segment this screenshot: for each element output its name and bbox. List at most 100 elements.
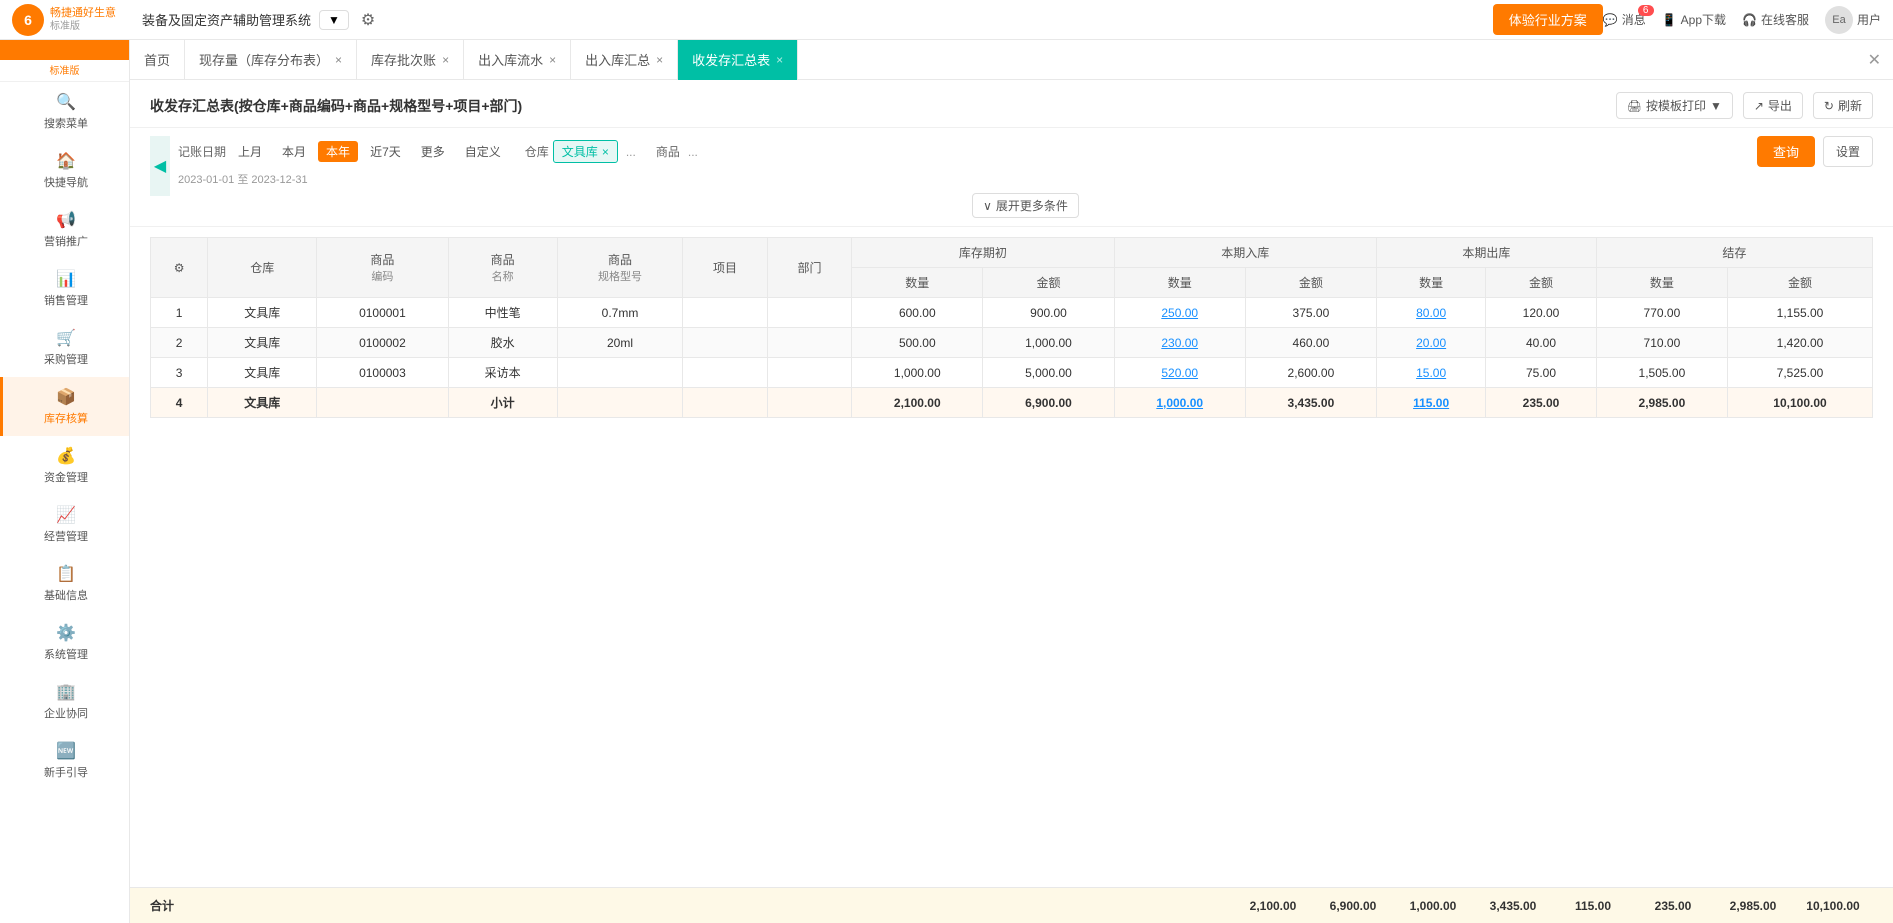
trial-button[interactable]: 体验行业方案: [1493, 4, 1603, 35]
footer-in-amt: 3,435.00: [1473, 899, 1553, 913]
footer-opening-amt: 6,900.00: [1313, 899, 1393, 913]
td-no: 4: [151, 388, 208, 418]
refresh-btn[interactable]: ↻ 刷新: [1813, 92, 1873, 119]
sidebar-item-marketing[interactable]: 📢 营销推广: [0, 200, 129, 259]
th-balance-qty: 数量: [1596, 268, 1727, 298]
system-dropdown[interactable]: ▼: [319, 10, 349, 30]
out-qty-link[interactable]: 20.00: [1416, 336, 1446, 350]
th-out-qty: 数量: [1377, 268, 1486, 298]
td-in-amt: 375.00: [1245, 298, 1376, 328]
td-balance-qty: 2,985.00: [1596, 388, 1727, 418]
th-opening: 库存期初: [852, 238, 1114, 268]
td-out-amt: 75.00: [1486, 358, 1597, 388]
td-opening-qty: 600.00: [852, 298, 983, 328]
td-code: 0100002: [317, 328, 448, 358]
sidebar-tag: 标准版: [0, 60, 129, 82]
export-btn[interactable]: ↗ 导出: [1743, 92, 1803, 119]
tab-bar-close[interactable]: ✕: [1868, 50, 1893, 70]
date-btn-custom[interactable]: 自定义: [457, 141, 509, 162]
in-qty-link[interactable]: 250.00: [1161, 306, 1198, 320]
sidebar-item-enterprise[interactable]: 🏢 企业协同: [0, 672, 129, 731]
date-btn-more[interactable]: 更多: [413, 141, 453, 162]
table-row: 2 文具库 0100002 胶水 20ml 500.00 1,000.00 23…: [151, 328, 1873, 358]
tab-close-receipt-summary[interactable]: ×: [776, 53, 783, 67]
sidebar-item-purchase[interactable]: 🛒 采购管理: [0, 318, 129, 377]
sidebar-item-guide[interactable]: 🆕 新手引导: [0, 731, 129, 790]
sidebar-item-system[interactable]: ⚙️ 系统管理: [0, 613, 129, 672]
tab-batch[interactable]: 库存批次账 ×: [357, 40, 464, 80]
app-logo: 6 畅捷通好生意 标准版: [12, 4, 142, 36]
settings-gear-btn[interactable]: ⚙: [357, 6, 379, 34]
sidebar-item-finance[interactable]: 💰 资金管理: [0, 436, 129, 495]
goods-filter: 商品 ...: [656, 143, 702, 160]
online-service-btn[interactable]: 🎧 在线客服: [1742, 11, 1809, 28]
goods-more-btn[interactable]: ...: [684, 145, 702, 159]
td-opening-amt: 1,000.00: [983, 328, 1114, 358]
tab-inout-flow[interactable]: 出入库流水 ×: [464, 40, 571, 80]
date-btn-last-month[interactable]: 上月: [230, 141, 270, 162]
td-opening-amt: 5,000.00: [983, 358, 1114, 388]
filter-settings-btn[interactable]: 设置: [1823, 136, 1873, 167]
date-btn-this-year[interactable]: 本年: [318, 141, 358, 162]
out-qty-link[interactable]: 80.00: [1416, 306, 1446, 320]
tab-receipt-summary[interactable]: 收发存汇总表 ×: [678, 40, 798, 80]
th-goods-code: 商品编码: [317, 238, 448, 298]
user-area[interactable]: Ea 用户: [1825, 6, 1881, 34]
sidebar-item-sales[interactable]: 📊 销售管理: [0, 259, 129, 318]
sidebar-item-search[interactable]: 🔍 搜索菜单: [0, 82, 129, 141]
td-out-amt: 40.00: [1486, 328, 1597, 358]
footer-label: 合计: [150, 897, 490, 914]
warehouse-filter: 仓库 文具库 × ...: [525, 140, 640, 163]
th-in: 本期入库: [1114, 238, 1376, 268]
in-qty-link[interactable]: 230.00: [1161, 336, 1198, 350]
td-out-qty: 20.00: [1377, 328, 1486, 358]
tab-close-inout-flow[interactable]: ×: [549, 53, 556, 67]
th-settings[interactable]: ⚙: [151, 238, 208, 298]
tab-inout-summary[interactable]: 出入库汇总 ×: [571, 40, 678, 80]
sidebar-item-basic-info[interactable]: 📋 基础信息: [0, 554, 129, 613]
td-name: 胶水: [448, 328, 557, 358]
tab-inventory-dist[interactable]: 现存量（库存分布表） ×: [185, 40, 357, 80]
tab-close-inout-summary[interactable]: ×: [656, 53, 663, 67]
warehouse-label: 仓库: [525, 143, 549, 160]
td-out-amt: 235.00: [1486, 388, 1597, 418]
table-wrapper: ⚙ 仓库 商品编码 商品名称 商品规格型号 项目 部门 库存期初 本期入库 本期…: [130, 227, 1893, 438]
warehouse-tag-close[interactable]: ×: [602, 145, 609, 159]
out-qty-link[interactable]: 115.00: [1413, 396, 1449, 410]
date-range-text: 2023-01-01 至 2023-12-31: [178, 174, 308, 186]
sidebar-logo-area: [0, 40, 129, 60]
chevron-down-icon: ▼: [1710, 99, 1722, 113]
system-name: 装备及固定资产辅助管理系统: [142, 10, 311, 29]
purchase-icon: 🛒: [56, 328, 76, 348]
td-balance-amt: 10,100.00: [1728, 388, 1873, 418]
tab-home[interactable]: 首页: [130, 40, 185, 80]
tab-close-inventory-dist[interactable]: ×: [335, 53, 342, 67]
expand-conditions-btn[interactable]: ∨ 展开更多条件: [972, 193, 1079, 218]
message-btn[interactable]: 💬 消息 6: [1603, 11, 1646, 28]
warehouse-more-btn[interactable]: ...: [622, 145, 640, 159]
td-project: [683, 388, 767, 418]
date-btn-7days[interactable]: 近7天: [362, 141, 409, 162]
sidebar-item-inventory[interactable]: 📦 库存核算: [0, 377, 129, 436]
td-spec: 0.7mm: [557, 298, 683, 328]
out-qty-link[interactable]: 15.00: [1416, 366, 1446, 380]
page-content: 收发存汇总表(按仓库+商品编码+商品+规格型号+项目+部门) 🖨 按模板打印 ▼…: [130, 80, 1893, 887]
tab-close-batch[interactable]: ×: [442, 53, 449, 67]
query-btn[interactable]: 查询: [1757, 136, 1815, 167]
footer-out-amt: 235.00: [1633, 899, 1713, 913]
app-download-btn[interactable]: 📱 App下载: [1662, 11, 1726, 28]
th-in-qty: 数量: [1114, 268, 1245, 298]
filter-arrow-btn[interactable]: ◀: [150, 136, 170, 196]
date-btn-this-month[interactable]: 本月: [274, 141, 314, 162]
sidebar-item-quick-nav[interactable]: 🏠 快捷导航: [0, 141, 129, 200]
tab-bar: 首页 现存量（库存分布表） × 库存批次账 × 出入库流水 × 出入库汇总 ×: [130, 40, 1893, 80]
sidebar-item-operations[interactable]: 📈 经营管理: [0, 495, 129, 554]
th-balance: 结存: [1596, 238, 1872, 268]
print-btn[interactable]: 🖨 按模板打印 ▼: [1616, 92, 1733, 119]
td-department: [767, 298, 851, 328]
message-badge: 6: [1638, 5, 1654, 16]
date-range-row: 2023-01-01 至 2023-12-31: [178, 171, 1873, 187]
td-out-qty: 80.00: [1377, 298, 1486, 328]
in-qty-link[interactable]: 520.00: [1161, 366, 1198, 380]
in-qty-link[interactable]: 1,000.00: [1156, 396, 1203, 410]
